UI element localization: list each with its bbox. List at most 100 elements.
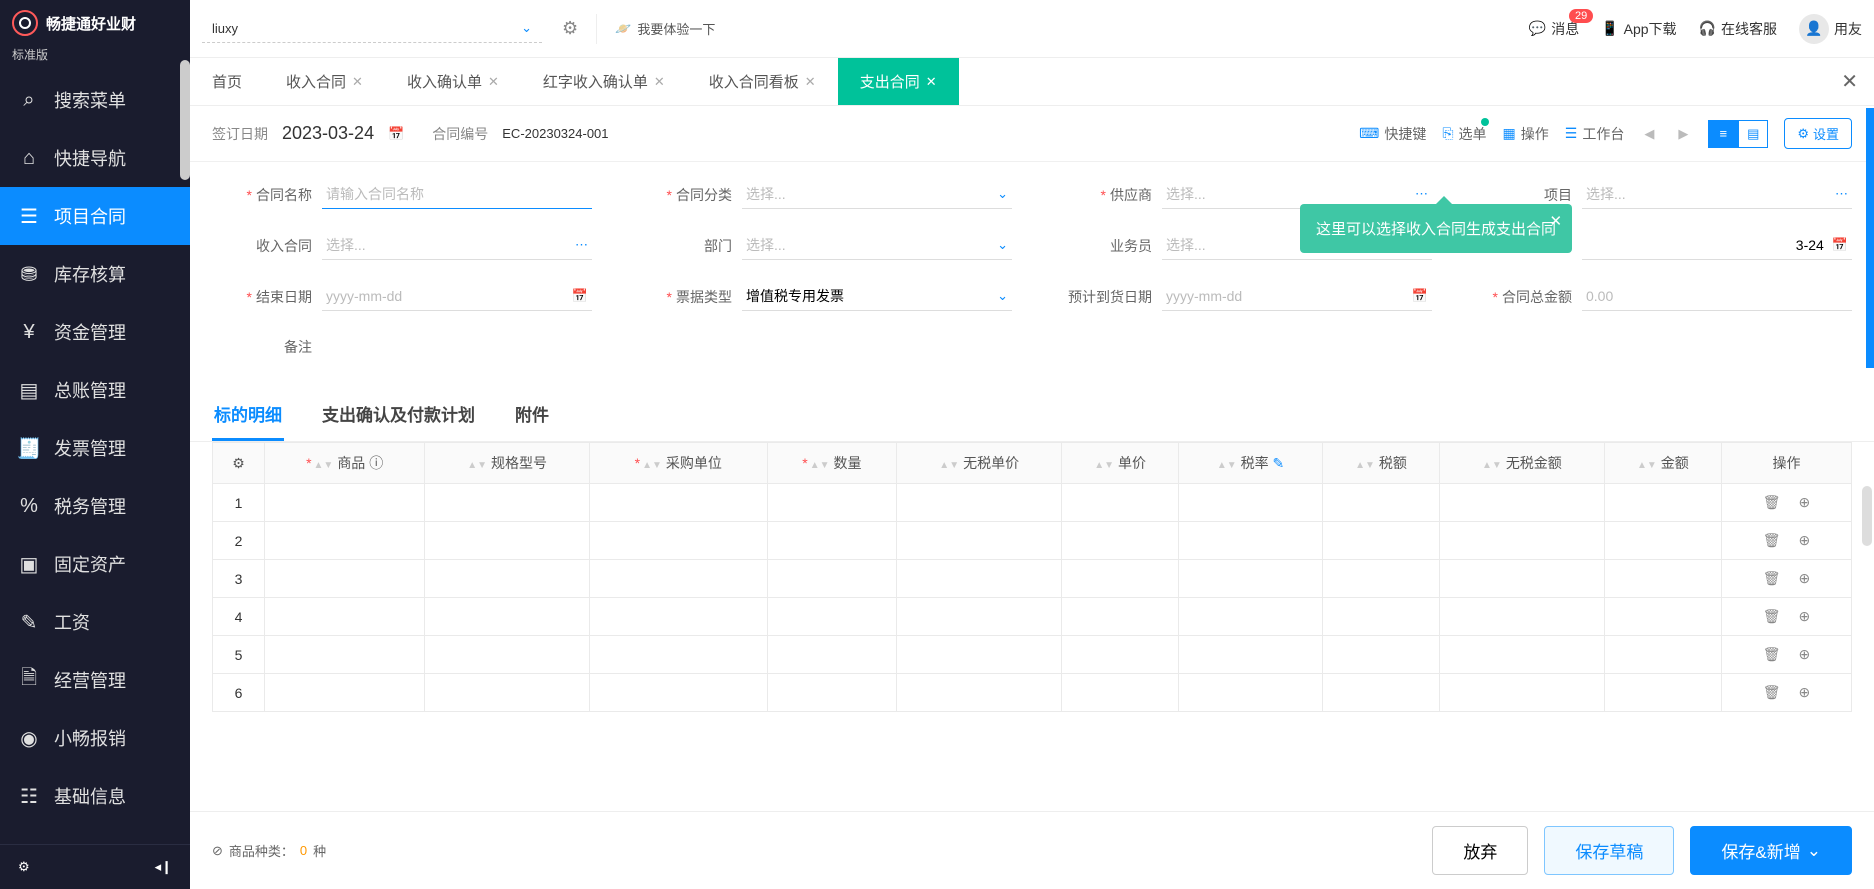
settings-button[interactable]: ⚙设置 (1784, 118, 1852, 149)
delete-row-icon[interactable]: 🗑 (1763, 608, 1781, 625)
messages-button[interactable]: 💬 消息 29 (1529, 19, 1579, 39)
shortcut-link[interactable]: ⌨快捷键 (1359, 124, 1426, 144)
tab-home[interactable]: 首页 (190, 58, 264, 105)
sidebar-scrollbar[interactable] (180, 60, 190, 180)
more-icon[interactable]: ⋯ (571, 237, 592, 253)
account-selector[interactable]: liuxy ⌄ (202, 14, 542, 43)
next-button[interactable]: ▶ (1674, 122, 1692, 146)
end-date-input[interactable] (322, 282, 568, 310)
discard-button[interactable]: 放弃 (1432, 826, 1528, 875)
sidebar-item-inventory[interactable]: ⛃库存核算 (0, 245, 190, 303)
close-all-tabs[interactable]: ✕ (1825, 69, 1874, 94)
chevron-down-icon[interactable]: ⌄ (993, 288, 1012, 304)
close-icon[interactable]: ✕ (805, 74, 816, 90)
help-icon[interactable]: ⓘ (369, 455, 383, 471)
tab-income-board[interactable]: 收入合同看板✕ (687, 58, 838, 105)
sidebar-item-quicknav[interactable]: ⌂快捷导航 (0, 129, 190, 187)
th-price-notax[interactable]: ▲▼无税单价 (897, 443, 1062, 484)
dtab-attachment[interactable]: 附件 (513, 389, 551, 441)
th-price[interactable]: ▲▼单价 (1062, 443, 1179, 484)
calendar-icon[interactable]: 📅 (388, 126, 404, 142)
collapse-icon[interactable]: ◂❙ (155, 859, 172, 875)
more-icon[interactable]: ⋯ (1831, 186, 1852, 202)
add-row-icon[interactable]: ⊕ (1799, 532, 1811, 549)
delete-row-icon[interactable]: 🗑 (1763, 684, 1781, 701)
table-row[interactable]: 4🗑⊕ (213, 598, 1852, 636)
tab-income-confirm[interactable]: 收入确认单✕ (385, 58, 521, 105)
dept-select[interactable] (742, 231, 993, 259)
th-amount[interactable]: ▲▼金额 (1604, 443, 1721, 484)
start-date-input[interactable] (1582, 231, 1828, 259)
income-contract-select[interactable] (322, 231, 571, 259)
prev-button[interactable]: ◀ (1640, 122, 1658, 146)
delete-row-icon[interactable]: 🗑 (1763, 570, 1781, 587)
delete-row-icon[interactable]: 🗑 (1763, 646, 1781, 663)
invoice-type-select[interactable] (742, 282, 993, 310)
sidebar-item-operation[interactable]: 🗎经营管理 (0, 651, 190, 709)
th-amount-notax[interactable]: ▲▼无税金额 (1440, 443, 1605, 484)
tab-expense-contract[interactable]: 支出合同✕ (838, 58, 959, 105)
add-row-icon[interactable]: ⊕ (1799, 494, 1811, 511)
page-scrollbar[interactable] (1866, 108, 1874, 368)
tab-income-contract[interactable]: 收入合同✕ (264, 58, 385, 105)
project-select[interactable] (1582, 180, 1831, 208)
app-download-button[interactable]: 📱 App下载 (1601, 19, 1676, 39)
add-row-icon[interactable]: ⊕ (1799, 684, 1811, 701)
table-scrollbar[interactable] (1862, 486, 1872, 546)
topbar-gear-icon[interactable]: ⚙ (562, 18, 578, 39)
sidebar-item-basic[interactable]: ☷基础信息 (0, 767, 190, 825)
chevron-down-icon[interactable]: ⌄ (993, 186, 1012, 202)
add-row-icon[interactable]: ⊕ (1799, 608, 1811, 625)
operate-link[interactable]: ▦操作 (1503, 124, 1549, 144)
table-row[interactable]: 3🗑⊕ (213, 560, 1852, 598)
table-row[interactable]: 5🗑⊕ (213, 636, 1852, 674)
close-icon[interactable]: ✕ (488, 74, 499, 90)
save-draft-button[interactable]: 保存草稿 (1544, 826, 1674, 875)
calendar-icon[interactable]: 📅 (1828, 237, 1852, 253)
try-experience-button[interactable]: 🪐 我要体验一下 (615, 19, 715, 38)
more-icon[interactable]: ⋯ (1411, 186, 1432, 202)
th-taxrate[interactable]: ▲▼税率 ✎ (1179, 443, 1323, 484)
select-bill-link[interactable]: ⎘选单 (1442, 124, 1486, 144)
online-service-button[interactable]: 🎧 在线客服 (1699, 19, 1777, 39)
sidebar-item-asset[interactable]: ▣固定资产 (0, 535, 190, 593)
save-and-new-button[interactable]: 保存&新增⌄ (1690, 826, 1852, 875)
sidebar-item-ledger[interactable]: ▤总账管理 (0, 361, 190, 419)
calendar-icon[interactable]: 📅 (1408, 288, 1432, 304)
remark-input[interactable] (322, 333, 592, 361)
expect-date-input[interactable] (1162, 282, 1408, 310)
th-product[interactable]: ▲▼商品 ⓘ (265, 443, 425, 484)
sidebar-item-search[interactable]: ⌕搜索菜单 (0, 71, 190, 129)
sidebar-item-project-contract[interactable]: ☰项目合同 (0, 187, 190, 245)
calendar-icon[interactable]: 📅 (568, 288, 592, 304)
th-unit[interactable]: ▲▼采购单位 (590, 443, 767, 484)
chevron-down-icon[interactable]: ⌄ (993, 237, 1012, 253)
sidebar-item-tax[interactable]: %税务管理 (0, 477, 190, 535)
close-icon[interactable]: ✕ (352, 74, 363, 90)
table-row[interactable]: 2🗑⊕ (213, 522, 1852, 560)
tooltip-close-icon[interactable]: ✕ (1549, 212, 1562, 230)
close-icon[interactable]: ✕ (654, 74, 665, 90)
dtab-items[interactable]: 标的明细 (212, 389, 284, 441)
dtab-payment-plan[interactable]: 支出确认及付款计划 (320, 389, 477, 441)
sidebar-item-reimburse[interactable]: ◉小畅报销 (0, 709, 190, 767)
close-icon[interactable]: ✕ (926, 74, 937, 90)
sidebar-item-fund[interactable]: ¥资金管理 (0, 303, 190, 361)
th-gear[interactable]: ⚙ (213, 443, 265, 484)
sidebar-item-salary[interactable]: ✎工资 (0, 593, 190, 651)
tab-red-confirm[interactable]: 红字收入确认单✕ (521, 58, 687, 105)
user-menu[interactable]: 👤 用友 (1799, 14, 1862, 44)
sidebar-item-invoice[interactable]: 🧾发票管理 (0, 419, 190, 477)
table-row[interactable]: 1🗑⊕ (213, 484, 1852, 522)
edit-icon[interactable]: ✎ (1273, 455, 1285, 471)
category-select[interactable] (742, 180, 993, 208)
view-card[interactable]: ▤ (1738, 120, 1768, 148)
workbench-link[interactable]: ☰工作台 (1565, 124, 1625, 144)
add-row-icon[interactable]: ⊕ (1799, 646, 1811, 663)
table-row[interactable]: 6🗑⊕ (213, 674, 1852, 712)
view-list[interactable]: ≡ (1708, 120, 1738, 148)
gear-icon[interactable]: ⚙ (18, 859, 30, 875)
th-tax[interactable]: ▲▼税额 (1322, 443, 1439, 484)
delete-row-icon[interactable]: 🗑 (1763, 494, 1781, 511)
th-spec[interactable]: ▲▼规格型号 (425, 443, 590, 484)
